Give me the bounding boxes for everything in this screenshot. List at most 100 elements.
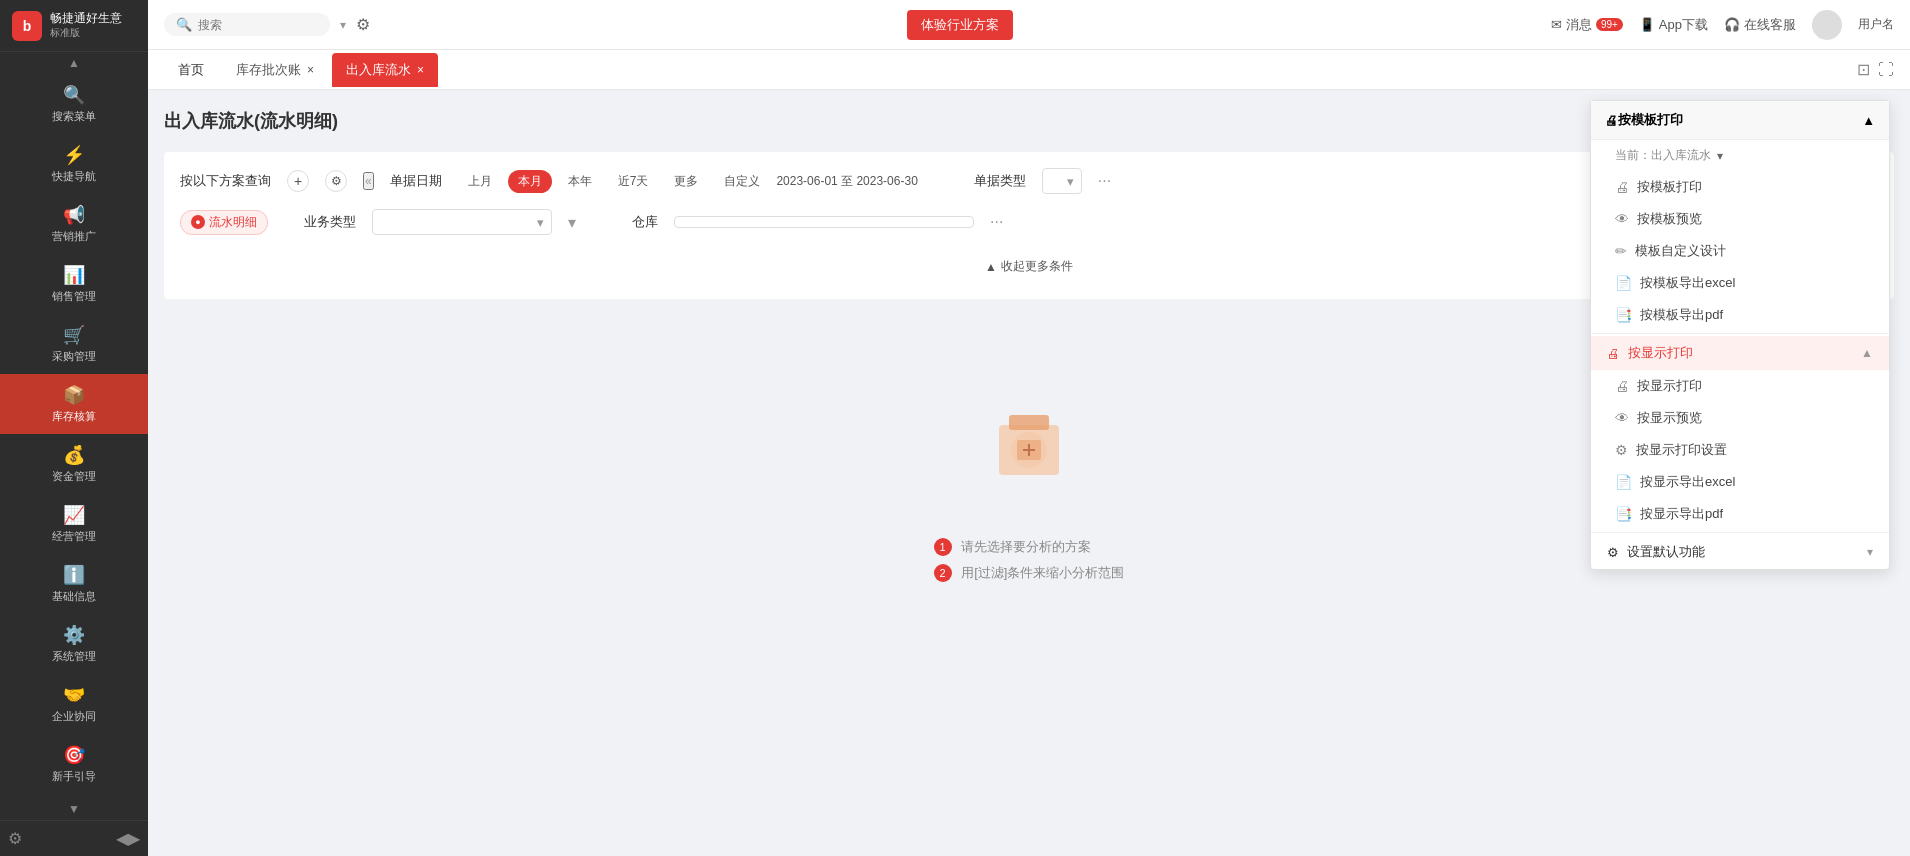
sidebar-label-1: 快捷导航	[52, 169, 96, 184]
dropdown-default-settings[interactable]: ⚙ 设置默认功能 ▾	[1591, 535, 1889, 569]
dropdown-export-excel-display[interactable]: 📄 按显示导出excel	[1591, 466, 1889, 498]
default-settings-label: 设置默认功能	[1627, 543, 1705, 561]
sidebar-item-搜索菜单[interactable]: 🔍 搜索菜单	[0, 74, 148, 134]
tab-inventory-batch-close[interactable]: ×	[307, 63, 314, 77]
excel-template-icon: 📄	[1615, 275, 1632, 291]
filter-collapse-button[interactable]: «	[363, 172, 374, 190]
search-chevron-icon[interactable]: ▾	[340, 18, 346, 32]
logo-sub: 标准版	[50, 26, 122, 40]
topbar-gear-icon[interactable]: ⚙	[356, 15, 370, 34]
tab-inventory-flow-label: 出入库流水	[346, 61, 411, 79]
sidebar-scroll-up[interactable]: ▲	[0, 52, 148, 74]
dropdown-close-icon[interactable]: ▲	[1862, 113, 1875, 128]
dropdown-preview-display[interactable]: 👁 按显示预览	[1591, 402, 1889, 434]
date-option-more[interactable]: 更多	[664, 170, 708, 193]
active-filter-tag: ● 流水明细	[180, 210, 268, 235]
default-settings-chevron: ▾	[1867, 545, 1873, 559]
business-type-more-icon[interactable]: ▾	[568, 213, 576, 232]
dropdown-design-template[interactable]: ✏ 模板自定义设计	[1591, 235, 1889, 267]
collapse-more-button[interactable]: ▲ 收起更多条件	[985, 258, 1073, 275]
date-option-7days[interactable]: 近7天	[608, 170, 659, 193]
industry-solution-button[interactable]: 体验行业方案	[907, 10, 1013, 40]
date-option-this-year[interactable]: 本年	[558, 170, 602, 193]
sidebar-logo: b 畅捷通好生意 标准版	[0, 0, 148, 52]
dropdown-print-template[interactable]: 🖨 按模板打印	[1591, 171, 1889, 203]
display-section-icon: 🖨	[1607, 346, 1620, 361]
date-option-this-month[interactable]: 本月	[508, 170, 552, 193]
collapse-sidebar-icon[interactable]: ◀▶	[116, 829, 140, 848]
tab-inventory-flow-close[interactable]: ×	[417, 63, 424, 77]
sidebar-nav: 🔍 搜索菜单 ⚡ 快捷导航 📢 营销推广 📊 销售管理 🛒 采购管理 📦 库存核…	[0, 74, 148, 798]
tab-expand-icon[interactable]: ⊡	[1857, 60, 1870, 79]
topbar-left: 🔍 ▾ ⚙	[164, 13, 370, 36]
filter-label: 按以下方案查询	[180, 172, 271, 190]
sidebar-icon-7: 📈	[63, 504, 85, 526]
date-filter-label: 单据日期	[390, 172, 442, 190]
logo-title: 畅捷通好生意	[50, 11, 122, 27]
business-type-select[interactable]	[372, 209, 552, 235]
sidebar-item-系统管理[interactable]: ⚙️ 系统管理	[0, 614, 148, 674]
warehouse-input[interactable]	[674, 216, 974, 228]
sidebar-bottom: ⚙ ◀▶	[0, 820, 148, 856]
dropdown-print-settings-display[interactable]: ⚙ 按显示打印设置	[1591, 434, 1889, 466]
preview-display-icon: 👁	[1615, 410, 1629, 426]
settings-icon[interactable]: ⚙	[8, 829, 22, 848]
dropdown-divider	[1591, 333, 1889, 334]
sidebar-item-采购管理[interactable]: 🛒 采购管理	[0, 314, 148, 374]
dropdown-header: 🖨 按模板打印 ▲	[1591, 101, 1889, 140]
settings-display-icon: ⚙	[1615, 442, 1628, 458]
doc-type-select[interactable]	[1042, 168, 1082, 194]
dropdown-preview-template[interactable]: 👁 按模板预览	[1591, 203, 1889, 235]
filter-add-button[interactable]: +	[287, 170, 309, 192]
dropdown-export-pdf-display[interactable]: 📑 按显示导出pdf	[1591, 498, 1889, 530]
headset-icon: 🎧	[1724, 17, 1740, 32]
dropdown-preview-display-label: 按显示预览	[1637, 409, 1702, 427]
sidebar-label-0: 搜索菜单	[52, 109, 96, 124]
sidebar-icon-5: 📦	[63, 384, 85, 406]
tab-inventory-flow[interactable]: 出入库流水 ×	[332, 53, 438, 87]
avatar[interactable]	[1812, 10, 1842, 40]
dropdown-print-display[interactable]: 🖨 按显示打印	[1591, 370, 1889, 402]
sidebar-item-资金管理[interactable]: 💰 资金管理	[0, 434, 148, 494]
sidebar-icon-8: ℹ️	[63, 564, 85, 586]
tab-inventory-batch[interactable]: 库存批次账 ×	[222, 53, 328, 87]
tab-fullscreen-icon[interactable]: ⛶	[1878, 61, 1894, 79]
tab-home[interactable]: 首页	[164, 53, 218, 87]
search-input[interactable]	[198, 18, 318, 32]
sidebar-item-库存核算[interactable]: 📦 库存核算	[0, 374, 148, 434]
date-option-custom[interactable]: 自定义	[714, 170, 770, 193]
online-service-item[interactable]: 🎧 在线客服	[1724, 16, 1796, 34]
sidebar-scroll-down[interactable]: ▼	[0, 798, 148, 820]
current-chevron-icon[interactable]: ▾	[1717, 149, 1723, 163]
sidebar-item-销售管理[interactable]: 📊 销售管理	[0, 254, 148, 314]
dropdown-export-pdf-template[interactable]: 📑 按模板导出pdf	[1591, 299, 1889, 331]
sidebar-item-基础信息[interactable]: ℹ️ 基础信息	[0, 554, 148, 614]
doc-type-select-wrapper	[1042, 168, 1082, 194]
dropdown-display-section[interactable]: 🖨 按显示打印 ▲	[1591, 336, 1889, 370]
scroll-up-btn[interactable]: ▲	[68, 56, 80, 70]
dropdown-divider2	[1591, 532, 1889, 533]
scroll-down-btn[interactable]: ▼	[68, 802, 80, 816]
date-option-last-month[interactable]: 上月	[458, 170, 502, 193]
active-filter-label: 流水明细	[209, 214, 257, 231]
doc-type-more-icon[interactable]: ···	[1098, 172, 1111, 190]
search-icon: 🔍	[176, 17, 192, 32]
filter-settings-button[interactable]: ⚙	[325, 170, 347, 192]
sidebar-item-营销推广[interactable]: 📢 营销推广	[0, 194, 148, 254]
warehouse-more-icon[interactable]: ···	[990, 213, 1003, 231]
sidebar-item-经营管理[interactable]: 📈 经营管理	[0, 494, 148, 554]
message-item[interactable]: ✉ 消息 99+	[1551, 16, 1623, 34]
dropdown-export-excel-template[interactable]: 📄 按模板导出excel	[1591, 267, 1889, 299]
logo-icon: b	[12, 11, 42, 41]
sidebar-label-6: 资金管理	[52, 469, 96, 484]
sidebar-icon-11: 🎯	[63, 744, 85, 766]
search-box[interactable]: 🔍	[164, 13, 330, 36]
dropdown-preview-template-label: 按模板预览	[1637, 210, 1702, 228]
app-download-icon: 📱	[1639, 17, 1655, 32]
sidebar-item-企业协同[interactable]: 🤝 企业协同	[0, 674, 148, 734]
app-download-item[interactable]: 📱 App下载	[1639, 16, 1708, 34]
sidebar-item-新手引导[interactable]: 🎯 新手引导	[0, 734, 148, 794]
dropdown-title: 按模板打印	[1618, 111, 1683, 129]
dropdown-print-display-label: 按显示打印	[1637, 377, 1702, 395]
sidebar-item-快捷导航[interactable]: ⚡ 快捷导航	[0, 134, 148, 194]
